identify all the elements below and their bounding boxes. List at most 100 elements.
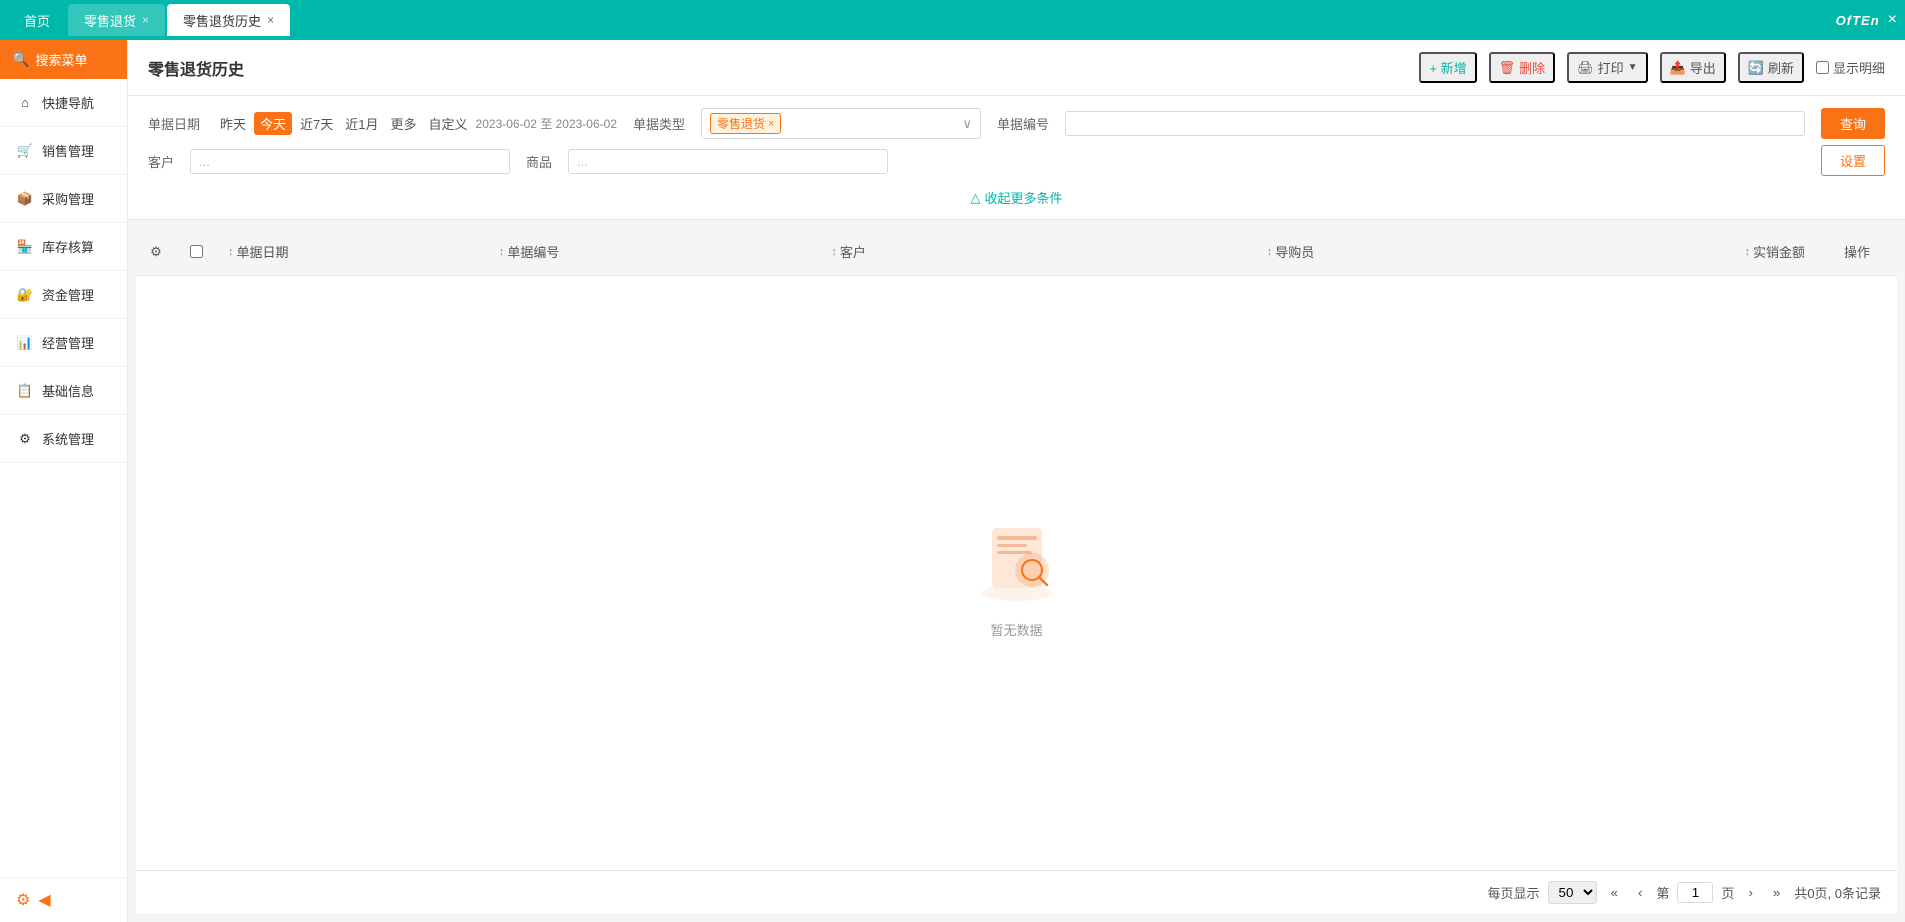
last-page-button[interactable]: »	[1767, 883, 1786, 902]
customer-select[interactable]: ...	[190, 149, 510, 174]
tab-list: 首页 零售退货 × 零售退货历史 ×	[8, 4, 1836, 36]
empty-text: 暂无数据	[990, 620, 1042, 639]
next-page-button[interactable]: ›	[1742, 883, 1758, 902]
th-guide-sort-icon: ↕	[1267, 246, 1273, 258]
info-icon: 📋	[16, 382, 34, 400]
bill-no-input[interactable]	[1065, 111, 1805, 136]
th-amount-sort-icon: ↕	[1744, 246, 1750, 258]
delete-icon: 🗑	[1499, 60, 1516, 76]
refresh-button[interactable]: 🔄 刷新	[1738, 52, 1804, 83]
th-guide[interactable]: ↕ 导购员	[1255, 236, 1588, 267]
bill-no-label: 单据编号	[997, 114, 1049, 133]
collapse-sidebar-icon[interactable]: ◀	[38, 890, 50, 910]
sidebar: 🔍 搜索菜单 ⌂ 快捷导航 🛒 销售管理 📦 采购管理 🏪 库存核算 🔐 资金管…	[0, 40, 128, 922]
top-bar: 首页 零售退货 × 零售退货历史 × OfTEn ×	[0, 0, 1905, 40]
th-guide-label: 导购员	[1275, 242, 1314, 261]
date-more[interactable]: 更多	[387, 112, 421, 135]
first-page-button[interactable]: «	[1605, 883, 1624, 902]
page-number-input[interactable]	[1677, 882, 1713, 903]
pagination: 每页显示 50 « ‹ 第 页 › » 共0页, 0条记录	[136, 870, 1897, 914]
th-bill-no[interactable]: ↕ 单据编号	[487, 236, 820, 267]
print-dropdown-icon: ▼	[1628, 62, 1638, 73]
query-button[interactable]: 查询	[1821, 108, 1885, 139]
refresh-button-label: 刷新	[1768, 58, 1794, 77]
date-filter: 昨天 今天 近7天 近1月 更多 自定义 2023-06-02 至 2023-0…	[216, 112, 617, 135]
th-checkbox[interactable]	[176, 239, 216, 264]
filter-settings-button[interactable]: 设置	[1821, 145, 1885, 176]
date-today[interactable]: 今天	[254, 112, 292, 135]
tab-retail-return-history-label: 零售退货历史	[183, 11, 261, 30]
goods-select[interactable]: ...	[568, 149, 888, 174]
sidebar-item-system[interactable]: ⚙ 系统管理	[0, 415, 127, 463]
main-layout: 🔍 搜索菜单 ⌂ 快捷导航 🛒 销售管理 📦 采购管理 🏪 库存核算 🔐 资金管…	[0, 40, 1905, 922]
settings-bottom-icon[interactable]: ⚙	[16, 890, 30, 910]
date-range-display: 2023-06-02 至 2023-06-02	[476, 115, 617, 132]
export-button-label: 导出	[1690, 58, 1716, 77]
delete-button[interactable]: 🗑 删除	[1489, 52, 1556, 83]
filter-area: 单据日期 昨天 今天 近7天 近1月 更多 自定义 2023-06-02 至 2…	[128, 96, 1905, 220]
th-amount[interactable]: ↕ 实销金额	[1587, 236, 1817, 267]
date-yesterday[interactable]: 昨天	[216, 112, 250, 135]
th-action-label: 操作	[1844, 242, 1870, 261]
select-all-checkbox[interactable]	[190, 245, 203, 258]
sidebar-item-operations-label: 经营管理	[42, 333, 94, 352]
chart-icon: 📊	[16, 334, 34, 352]
date-1month[interactable]: 近1月	[341, 112, 382, 135]
th-customer[interactable]: ↕ 客户	[819, 236, 1254, 267]
tab-retail-return-close[interactable]: ×	[142, 13, 149, 27]
collapse-filter-button[interactable]: △ 收起更多条件	[148, 184, 1885, 211]
print-icon: 🖨	[1577, 60, 1594, 76]
date-custom[interactable]: 自定义	[425, 112, 472, 135]
prev-page-button[interactable]: ‹	[1632, 883, 1648, 902]
sidebar-item-purchase-label: 采购管理	[42, 189, 94, 208]
export-icon: 📤	[1670, 60, 1686, 76]
empty-illustration	[967, 508, 1067, 608]
sidebar-item-finance[interactable]: 🔐 资金管理	[0, 271, 127, 319]
bill-type-tag: 零售退货 ×	[710, 113, 781, 134]
per-page-label: 每页显示	[1488, 883, 1540, 902]
new-button[interactable]: + 新增	[1419, 52, 1476, 83]
customer-label: 客户	[148, 152, 174, 171]
tab-retail-return-history-close[interactable]: ×	[267, 13, 274, 27]
tab-home[interactable]: 首页	[8, 4, 66, 36]
window-close-button[interactable]: ×	[1888, 11, 1897, 29]
th-bill-date-label: 单据日期	[237, 242, 289, 261]
sidebar-item-operations[interactable]: 📊 经营管理	[0, 319, 127, 367]
sidebar-item-finance-label: 资金管理	[42, 285, 94, 304]
th-customer-label: 客户	[840, 242, 866, 261]
sort-up-icon: ↕	[228, 246, 234, 258]
th-settings[interactable]: ⚙	[136, 238, 176, 266]
toolbar: + 新增 🗑 删除 🖨 打印 ▼ 📤 导出 🔄 刷新	[1419, 52, 1885, 83]
th-bill-date[interactable]: ↕ 单据日期	[216, 236, 487, 267]
tab-retail-return-history[interactable]: 零售退货历史 ×	[167, 4, 290, 36]
sidebar-item-purchase[interactable]: 📦 采购管理	[0, 175, 127, 223]
tab-home-label: 首页	[24, 11, 50, 30]
brand-text: OfTEn	[1836, 13, 1880, 28]
export-button[interactable]: 📤 导出	[1660, 52, 1726, 83]
sidebar-item-sales[interactable]: 🛒 销售管理	[0, 127, 127, 175]
date-7days[interactable]: 近7天	[296, 112, 337, 135]
sidebar-item-quick-nav-label: 快捷导航	[42, 93, 94, 112]
cart-icon: 🛒	[16, 142, 34, 160]
bill-type-tag-close[interactable]: ×	[768, 118, 774, 130]
print-button[interactable]: 🖨 打印 ▼	[1567, 52, 1647, 83]
goods-label: 商品	[526, 152, 552, 171]
sidebar-item-quick-nav[interactable]: ⌂ 快捷导航	[0, 79, 127, 127]
sidebar-item-inventory-label: 库存核算	[42, 237, 94, 256]
bill-type-tag-text: 零售退货	[717, 115, 765, 132]
bill-type-select[interactable]: 零售退货 × ∨	[701, 108, 981, 139]
sidebar-item-system-label: 系统管理	[42, 429, 94, 448]
table-header: ⚙ ↕ 单据日期 ↕ 单据编号 ↕ 客户 ↕	[136, 228, 1897, 276]
settings-icon: ⚙	[150, 244, 162, 260]
sidebar-item-sales-label: 销售管理	[42, 141, 94, 160]
sidebar-item-basic-info[interactable]: 📋 基础信息	[0, 367, 127, 415]
search-menu-label: 搜索菜单	[35, 50, 87, 69]
tab-retail-return[interactable]: 零售退货 ×	[68, 4, 165, 36]
print-button-label: 打印	[1598, 58, 1624, 77]
search-menu[interactable]: 🔍 搜索菜单	[0, 40, 127, 79]
sidebar-item-inventory[interactable]: 🏪 库存核算	[0, 223, 127, 271]
per-page-select[interactable]: 50	[1548, 881, 1597, 904]
empty-state: 暂无数据	[136, 276, 1897, 870]
show-detail-checkbox[interactable]	[1816, 61, 1829, 74]
th-customer-sort-icon: ↕	[831, 246, 837, 258]
